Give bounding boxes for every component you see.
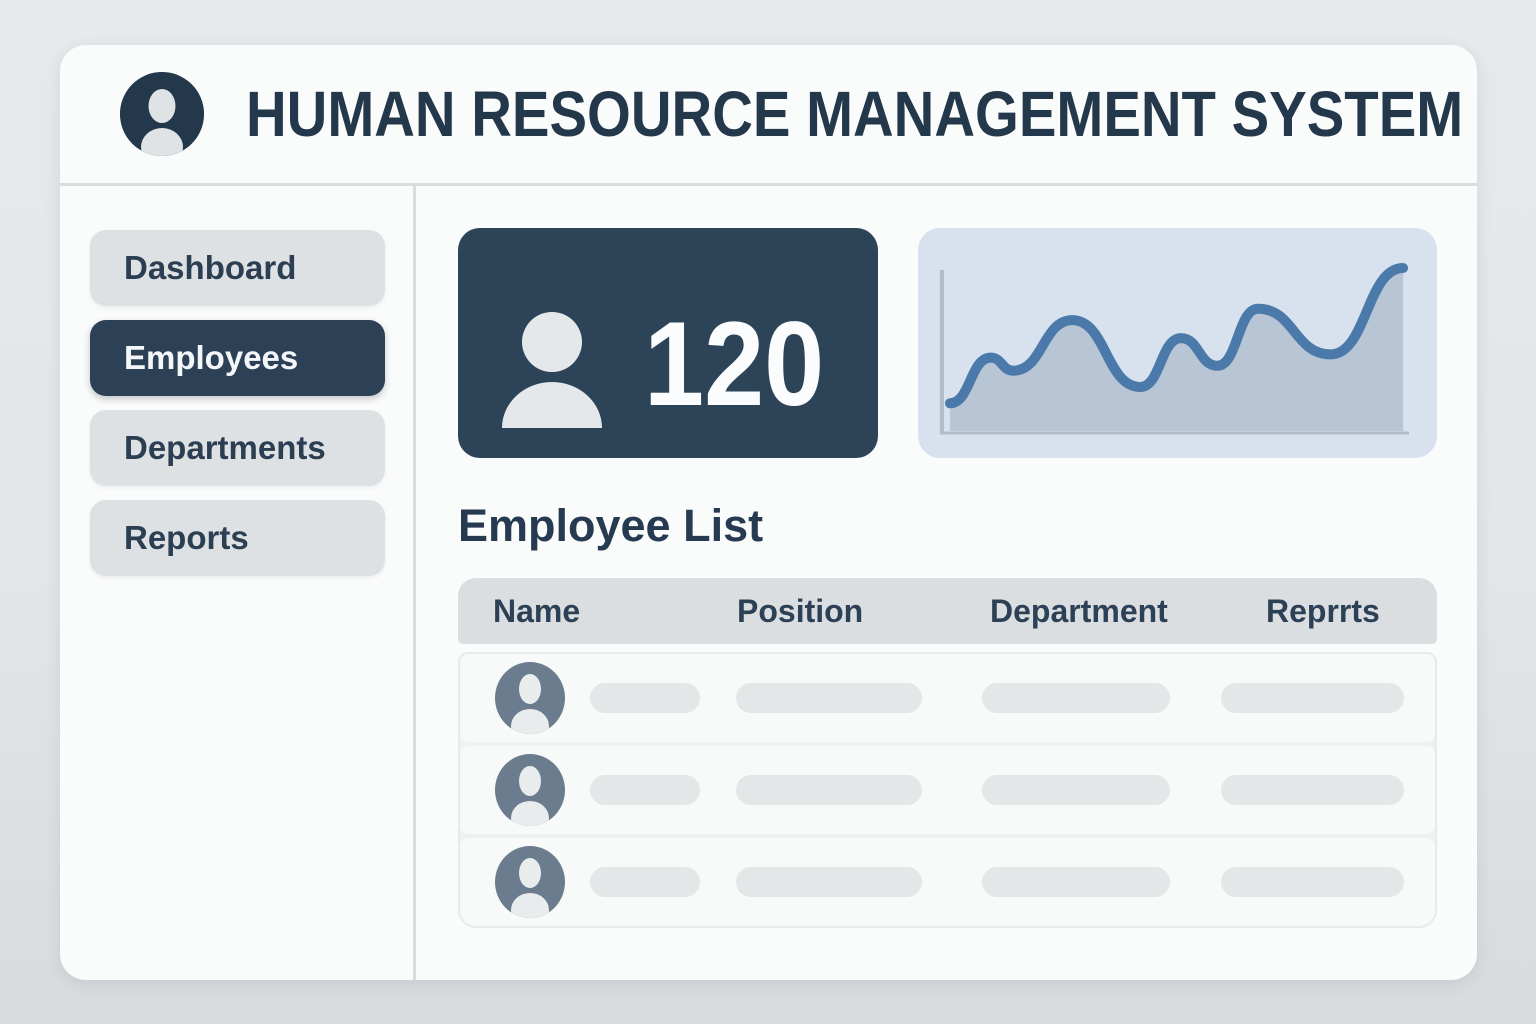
person-icon: [502, 312, 602, 428]
name-placeholder: [590, 775, 700, 805]
position-placeholder: [736, 683, 922, 713]
app-header: HUMAN RESOURCE MANAGEMENT SYSTEM: [60, 45, 1477, 186]
table-header-row: Name Position Department Reprrts: [458, 578, 1437, 644]
sidebar-item-dashboard[interactable]: Dashboard: [90, 230, 385, 306]
column-header-name: Name: [493, 592, 581, 629]
column-header-reports: Reprrts: [1266, 592, 1380, 629]
sidebar-item-employees[interactable]: Employees: [90, 320, 385, 396]
department-placeholder: [982, 867, 1170, 897]
name-placeholder: [590, 683, 700, 713]
reports-placeholder: [1221, 775, 1404, 805]
employee-count-value: 120: [644, 297, 825, 431]
employee-table: Name Position Department Reprrts: [458, 578, 1437, 928]
department-placeholder: [982, 683, 1170, 713]
column-header-position: Position: [737, 592, 864, 629]
table-body: [458, 652, 1437, 928]
reports-placeholder: [1221, 683, 1404, 713]
user-avatar-icon: [120, 72, 204, 156]
sidebar-item-departments[interactable]: Departments: [90, 410, 385, 486]
page-title: HUMAN RESOURCE MANAGEMENT SYSTEM: [246, 78, 1464, 150]
position-placeholder: [736, 775, 922, 805]
position-placeholder: [736, 867, 922, 897]
reports-placeholder: [1221, 867, 1404, 897]
name-placeholder: [590, 867, 700, 897]
department-placeholder: [982, 775, 1170, 805]
sidebar-item-reports[interactable]: Reports: [90, 500, 385, 576]
column-header-department: Department: [990, 592, 1168, 629]
trend-chart-svg: [939, 263, 1410, 435]
row-avatar-icon: [495, 754, 565, 826]
main-content: 120 Employee List Name Position Departme…: [416, 186, 1477, 980]
row-avatar-icon: [495, 662, 565, 734]
employee-trend-chart: [918, 228, 1437, 458]
table-row[interactable]: [460, 838, 1435, 926]
sidebar: Dashboard Employees Departments Reports: [60, 186, 416, 980]
row-avatar-icon: [495, 846, 565, 918]
employee-count-card: 120: [458, 228, 878, 458]
table-row[interactable]: [460, 746, 1435, 834]
table-row[interactable]: [460, 654, 1435, 742]
section-title: Employee List: [458, 500, 764, 551]
app-window: HUMAN RESOURCE MANAGEMENT SYSTEM Dashboa…: [60, 45, 1477, 980]
